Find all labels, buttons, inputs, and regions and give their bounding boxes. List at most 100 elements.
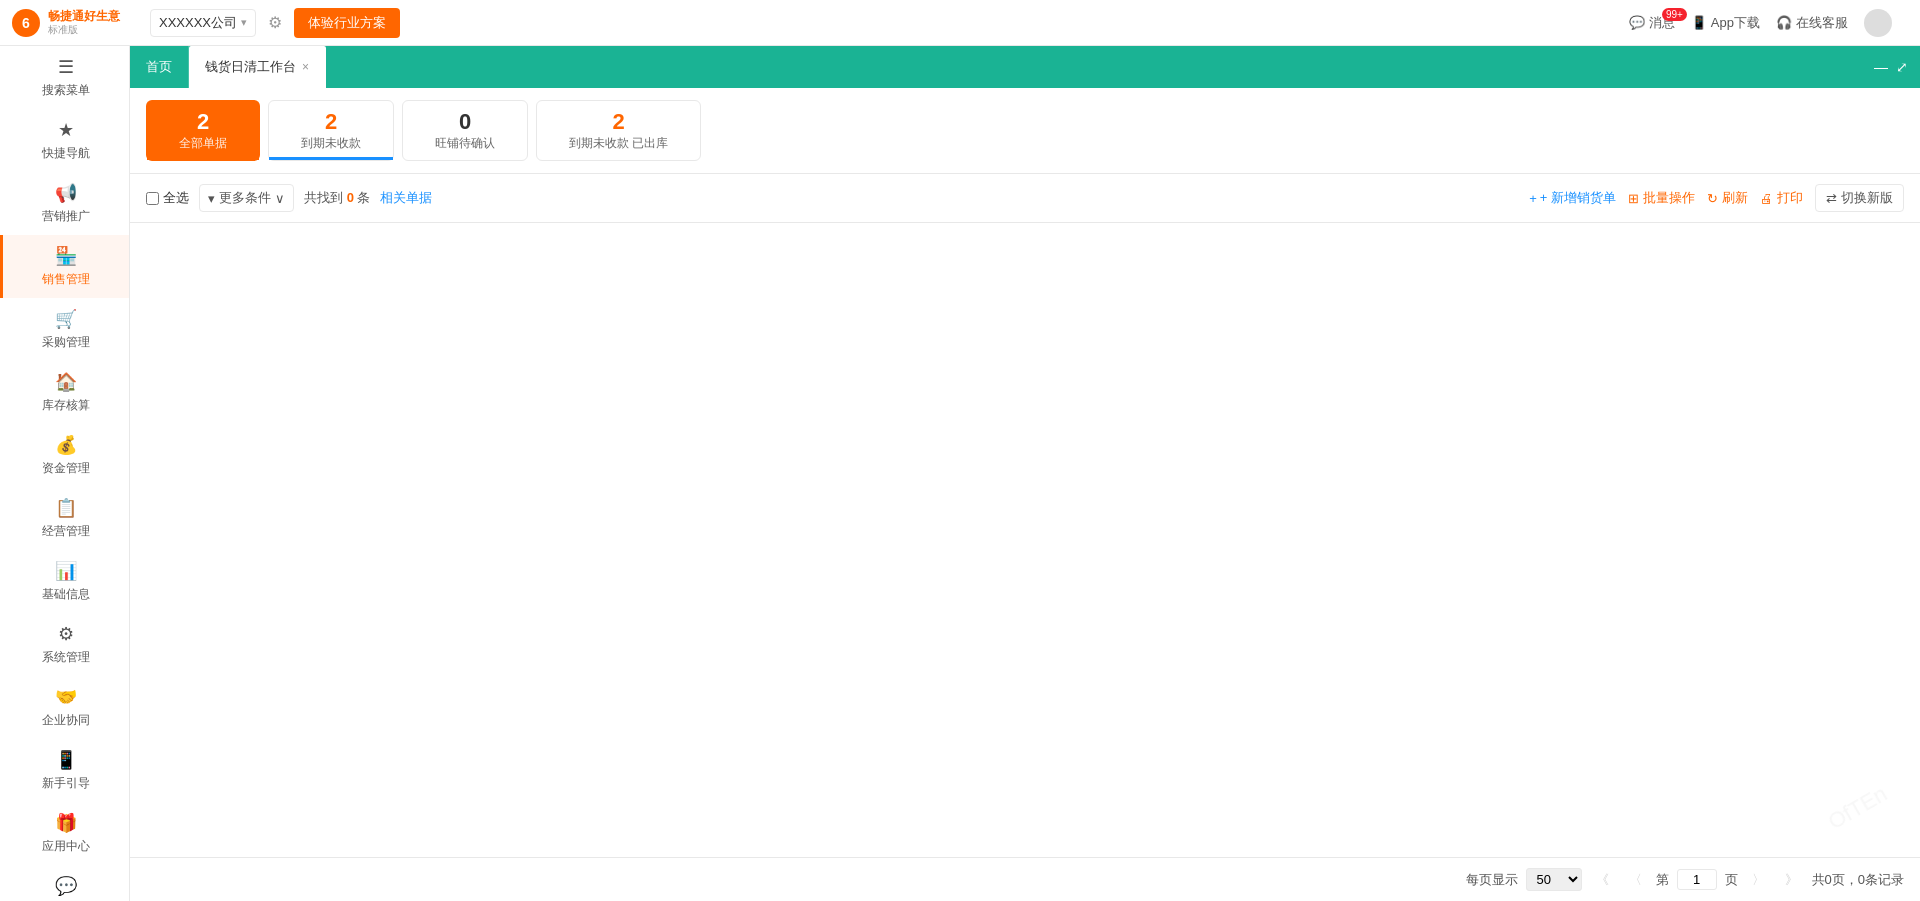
card-num-pending_confirm: 0: [459, 109, 471, 135]
sidebar-item-sales[interactable]: 🏪销售管理: [0, 235, 129, 298]
card-num-all: 2: [197, 109, 209, 135]
summary-card-pending_confirm[interactable]: 0 旺铺待确认: [402, 100, 528, 161]
sidebar-item-guide[interactable]: 📱新手引导: [0, 739, 129, 802]
finance-icon: 💰: [55, 434, 77, 456]
inventory-icon: 🏠: [55, 371, 77, 393]
last-page-button[interactable]: 》: [1779, 869, 1804, 891]
trial-button[interactable]: 体验行业方案: [294, 8, 400, 38]
company-select[interactable]: XXXXXX公司 ▾: [150, 9, 256, 37]
tab-home[interactable]: 首页: [130, 46, 189, 88]
tabs-bar: 首页 钱货日清工作台 × — ⤢: [130, 46, 1920, 88]
total-label: 共0页，0条记录: [1812, 871, 1904, 889]
search-icon: ☰: [58, 56, 74, 78]
switch-version-button[interactable]: ⇄ 切换新版: [1815, 184, 1904, 212]
batch-operation-button[interactable]: ⊞ 批量操作: [1628, 189, 1695, 207]
sidebar: ☰ 搜索菜单 ★快捷导航 📢 营销推广 🏪销售管理🛒采购管理🏠库存核算💰资金管理 📋 经营管理…: [0, 46, 130, 901]
page-suffix: 页: [1725, 871, 1738, 889]
message-button[interactable]: 💬 消息 99+: [1629, 14, 1675, 32]
tab-close-icon[interactable]: ×: [302, 60, 309, 74]
found-num: 0: [347, 190, 354, 205]
sidebar-item-operation[interactable]: 📋 经营管理: [0, 487, 129, 550]
print-icon: 🖨: [1760, 191, 1773, 206]
sidebar-label-coop: 企业协同: [42, 712, 90, 729]
content-area: 2 全部单据 2 到期未收款 0 旺铺待确认 2 到期未收款 已出库 全选: [130, 88, 1920, 901]
card-label-overdue_uncollect: 到期未收款: [301, 135, 361, 152]
sidebar-label-system: 系统管理: [42, 649, 90, 666]
logo-main: 畅捷通好生意: [48, 9, 120, 23]
sidebar-label-basic: 基础信息: [42, 586, 90, 603]
toolbar-right: + + 新增销货单 ⊞ 批量操作 ↻ 刷新 🖨 打印: [1529, 184, 1904, 212]
next-page-button[interactable]: 〉: [1746, 869, 1771, 891]
sidebar-item-quicknav[interactable]: ★快捷导航: [0, 109, 129, 172]
refresh-button[interactable]: ↻ 刷新: [1707, 189, 1748, 207]
card-label-overdue_unout: 到期未收款 已出库: [569, 135, 668, 152]
filter-icon: ▾: [208, 191, 215, 206]
found-text: 共找到 0 条: [304, 189, 370, 207]
sidebar-item-inventory[interactable]: 🏠库存核算: [0, 361, 129, 424]
switch-icon: ⇄: [1826, 191, 1837, 206]
print-button[interactable]: 🖨 打印: [1760, 189, 1803, 207]
top-right-actions: 💬 消息 99+ 📱 App下载 🎧 在线客服: [1629, 9, 1908, 37]
sidebar-label-search: 搜索菜单: [42, 82, 90, 99]
batch-icon: ⊞: [1628, 191, 1639, 206]
sidebar-label-operation: 经营管理: [42, 523, 90, 540]
sidebar-label-appstore: 应用中心: [42, 838, 90, 855]
card-label-pending_confirm: 旺铺待确认: [435, 135, 495, 152]
card-num-overdue_unout: 2: [613, 109, 625, 135]
page-label: 第: [1656, 871, 1669, 889]
sidebar-item-basic[interactable]: 📊基础信息: [0, 550, 129, 613]
card-underline: [269, 157, 393, 160]
tabs-right: — ⤢: [1874, 59, 1920, 75]
minimize-icon[interactable]: —: [1874, 59, 1888, 75]
operation-icon: 📋: [55, 497, 77, 519]
app-download-label: App下载: [1711, 14, 1760, 32]
system-icon: ⚙: [58, 623, 74, 645]
filter-button[interactable]: ▾ 更多条件 ∨: [199, 184, 294, 212]
tab-home-label: 首页: [146, 58, 172, 76]
sidebar-item-purchase[interactable]: 🛒采购管理: [0, 298, 129, 361]
settings-icon[interactable]: ⚙: [264, 9, 286, 36]
toolbar: 全选 ▾ 更多条件 ∨ 共找到 0 条 相关单据: [130, 174, 1920, 223]
related-records-link[interactable]: 相关单据: [380, 189, 432, 207]
sidebar-item-search[interactable]: ☰ 搜索菜单: [0, 46, 129, 109]
wechat-icon: 💬: [55, 875, 77, 897]
online-service-label: 在线客服: [1796, 14, 1848, 32]
layout: ☰ 搜索菜单 ★快捷导航 📢 营销推广 🏪销售管理🛒采购管理🏠库存核算💰资金管理 📋 经营管理…: [0, 46, 1920, 901]
online-service-button[interactable]: 🎧 在线客服: [1776, 14, 1848, 32]
sidebar-item-marketing[interactable]: 📢 营销推广: [0, 172, 129, 235]
sidebar-item-finance[interactable]: 💰资金管理: [0, 424, 129, 487]
table-area: [130, 223, 1920, 857]
prev-page-button[interactable]: 〈: [1623, 869, 1648, 891]
summary-card-all[interactable]: 2 全部单据: [146, 100, 260, 161]
summary-card-overdue_unout[interactable]: 2 到期未收款 已出库: [536, 100, 701, 161]
sidebar-item-wechat[interactable]: 💬企业微信: [0, 865, 129, 901]
sidebar-label-sales: 销售管理: [42, 271, 90, 288]
app-download-button[interactable]: 📱 App下载: [1691, 14, 1760, 32]
select-all-input[interactable]: [146, 192, 159, 205]
select-all-checkbox[interactable]: 全选: [146, 189, 189, 207]
logo-sub: 标准版: [48, 24, 120, 36]
per-page-select[interactable]: 50 100: [1526, 868, 1582, 891]
sidebar-item-system[interactable]: ⚙ 系统管理: [0, 613, 129, 676]
first-page-button[interactable]: 《: [1590, 869, 1615, 891]
page-number-input[interactable]: [1677, 869, 1717, 890]
avatar[interactable]: [1864, 9, 1892, 37]
message-badge: 99+: [1662, 8, 1687, 21]
sidebar-item-coop[interactable]: 🤝企业协同: [0, 676, 129, 739]
company-name: XXXXXX公司: [159, 14, 237, 32]
summary-card-overdue_uncollect[interactable]: 2 到期未收款: [268, 100, 394, 161]
per-page-label: 每页显示: [1466, 871, 1518, 889]
filter-label: 更多条件: [219, 189, 271, 207]
card-underline: [147, 157, 259, 160]
expand-icon[interactable]: ⤢: [1896, 59, 1908, 75]
marketing-icon: 📢: [55, 182, 77, 204]
quicknav-icon: ★: [58, 119, 74, 141]
tab-workbench[interactable]: 钱货日清工作台 ×: [189, 46, 326, 88]
top-bar: 6 畅捷通好生意 标准版 XXXXXX公司 ▾ ⚙ 体验行业方案 💬 消息 99…: [0, 0, 1920, 46]
filter-dropdown-icon: ∨: [275, 191, 285, 206]
service-icon: 🎧: [1776, 15, 1792, 30]
sidebar-label-marketing: 营销推广: [42, 208, 90, 225]
select-all-label: 全选: [163, 189, 189, 207]
add-sales-order-button[interactable]: + + 新增销货单: [1529, 189, 1616, 207]
sidebar-item-appstore[interactable]: 🎁应用中心: [0, 802, 129, 865]
